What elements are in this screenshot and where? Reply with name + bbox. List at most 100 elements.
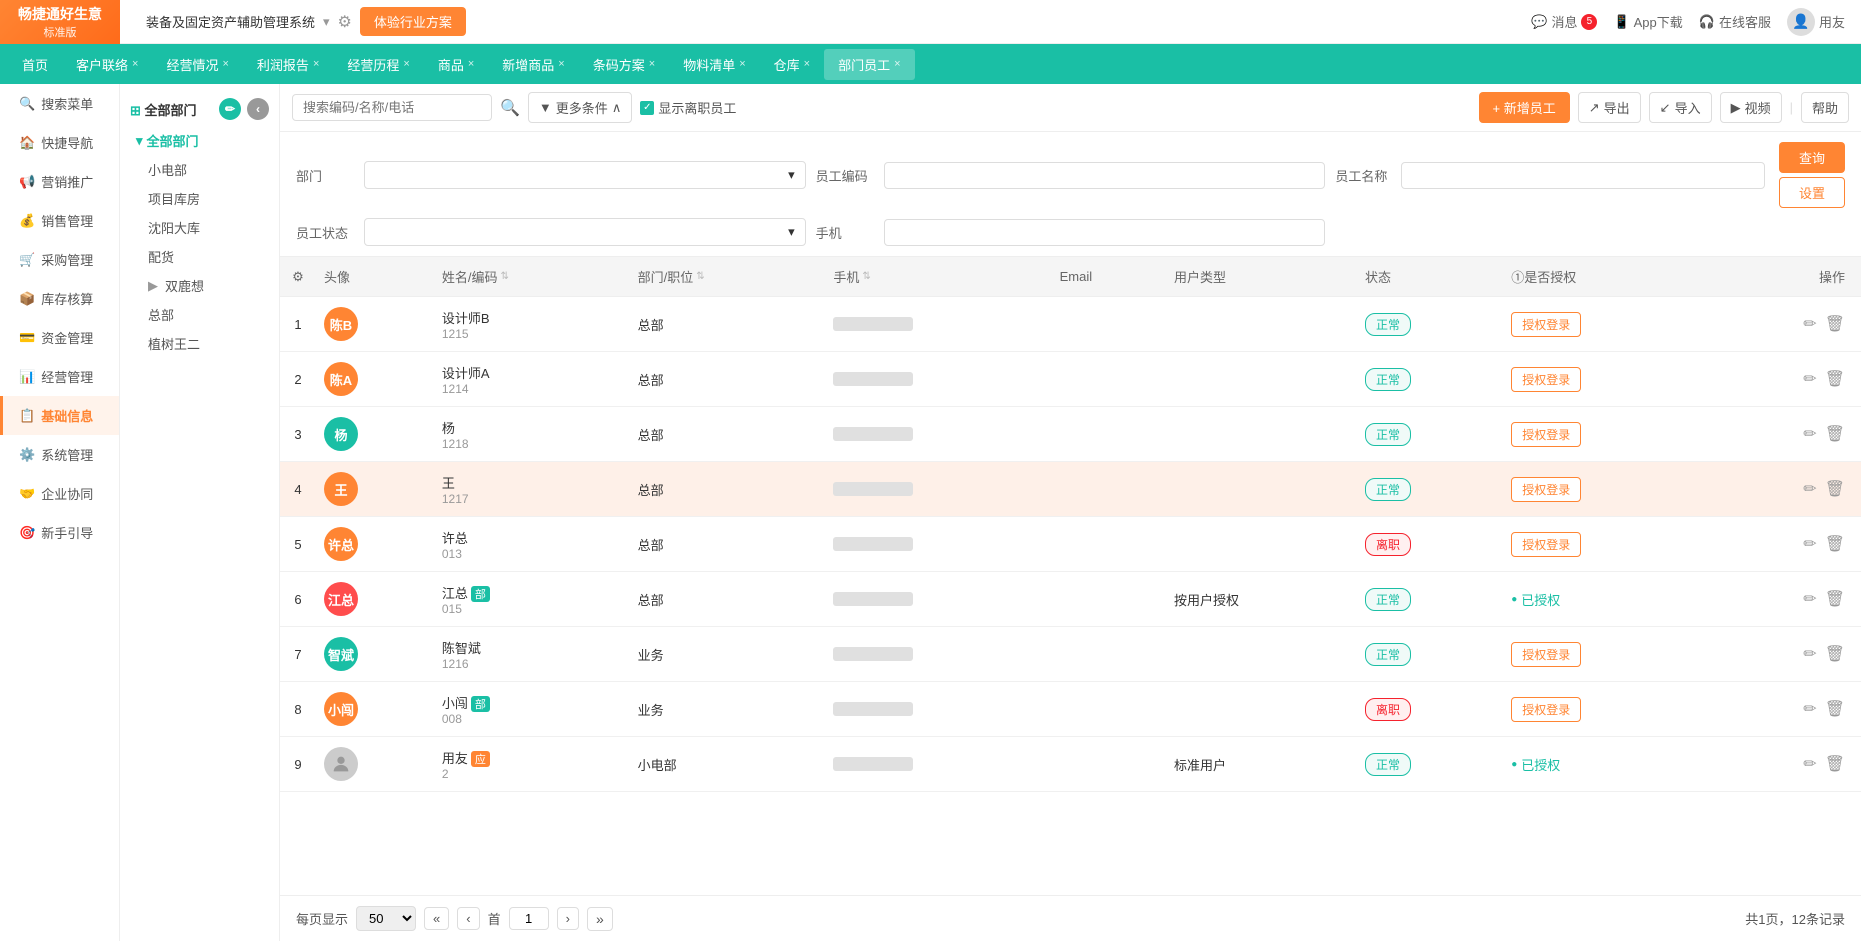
export-button[interactable]: ↗ 导出	[1578, 92, 1641, 123]
row-auth[interactable]: 授权登录	[1503, 627, 1706, 682]
online-service-btn[interactable]: 🎧 在线客服	[1699, 12, 1771, 31]
add-employee-button[interactable]: + 新增员工	[1479, 92, 1570, 123]
delete-icon[interactable]: 🗑	[1825, 369, 1845, 389]
row-auth[interactable]: 授权登录	[1503, 517, 1706, 572]
set-button[interactable]: 设置	[1779, 177, 1845, 208]
tab-customer[interactable]: 客户联络 ×	[62, 49, 152, 80]
per-page-select[interactable]: 50 20 100	[356, 906, 416, 931]
sidebar-item-system[interactable]: ⚙️ 系统管理	[0, 435, 119, 474]
phone-input[interactable]	[884, 219, 1326, 246]
sidebar-item-purchase[interactable]: 🛒 采购管理	[0, 240, 119, 279]
edit-icon[interactable]: ✏	[1803, 644, 1816, 664]
sidebar-item-quick-nav[interactable]: 🏠 快捷导航	[0, 123, 119, 162]
show-resigned-toggle[interactable]: ✓ 显示离职员工	[640, 98, 736, 117]
dept-item-kuhouse[interactable]: 项目库房	[120, 184, 279, 213]
dept-item-zhishu[interactable]: 植树王二	[120, 329, 279, 358]
tab-close-barcode[interactable]: ×	[649, 58, 655, 70]
tab-close-goods[interactable]: ×	[468, 58, 474, 70]
sidebar-item-guide[interactable]: 🎯 新手引导	[0, 513, 119, 552]
row-auth[interactable]: 授权登录	[1503, 297, 1706, 352]
tab-close-add-goods[interactable]: ×	[558, 58, 564, 70]
dept-item-all[interactable]: ▾ 全部部门	[120, 126, 279, 155]
message-icon-btn[interactable]: 💬 消息 5	[1531, 12, 1597, 31]
emp-code-input[interactable]	[884, 162, 1326, 189]
prev-page-btn[interactable]: ‹	[457, 907, 479, 930]
auth-login-btn[interactable]: 授权登录	[1511, 642, 1581, 667]
auth-login-btn[interactable]: 授权登录	[1511, 697, 1581, 722]
delete-icon[interactable]: 🗑	[1825, 644, 1845, 664]
search-input[interactable]	[292, 94, 492, 121]
search-submit-icon[interactable]: 🔍	[500, 98, 520, 118]
auth-login-btn[interactable]: 授权登录	[1511, 422, 1581, 447]
row-auth[interactable]: 授权登录	[1503, 352, 1706, 407]
page-number-input[interactable]	[509, 907, 549, 930]
edit-icon[interactable]: ✏	[1803, 589, 1816, 609]
th-dept[interactable]: 部门/职位 ⇅	[630, 257, 826, 297]
emp-name-input[interactable]	[1401, 162, 1765, 189]
edit-icon[interactable]: ✏	[1803, 534, 1816, 554]
dept-add-btn[interactable]: ✏	[219, 98, 241, 120]
next-page-btn[interactable]: ›	[557, 907, 579, 930]
show-resigned-checkbox[interactable]: ✓	[640, 101, 654, 115]
dept-item-shuanglu[interactable]: ▶ 双鹿想	[120, 271, 279, 300]
row-auth[interactable]: 授权登录	[1503, 682, 1706, 737]
tab-close-customer[interactable]: ×	[132, 58, 138, 70]
delete-icon[interactable]: 🗑	[1825, 534, 1845, 554]
dept-collapse-btn[interactable]: ‹	[247, 98, 269, 120]
edit-icon[interactable]: ✏	[1803, 699, 1816, 719]
dept-item-xiaobu[interactable]: 小电部	[120, 155, 279, 184]
auth-login-btn[interactable]: 授权登录	[1511, 367, 1581, 392]
edit-icon[interactable]: ✏	[1803, 369, 1816, 389]
tab-close-warehouse[interactable]: ×	[804, 58, 810, 70]
tab-dept-staff[interactable]: 部门员工 ×	[824, 49, 914, 80]
edit-icon[interactable]: ✏	[1803, 479, 1816, 499]
tab-goods[interactable]: 商品 ×	[424, 49, 488, 80]
tab-bom[interactable]: 物料清单 ×	[669, 49, 759, 80]
dept-item-peihuo[interactable]: 配货	[120, 242, 279, 271]
row-auth[interactable]: 授权登录	[1503, 462, 1706, 517]
sidebar-item-sales[interactable]: 💰 销售管理	[0, 201, 119, 240]
delete-icon[interactable]: 🗑	[1825, 754, 1845, 774]
sidebar-item-finance[interactable]: 💳 资金管理	[0, 318, 119, 357]
sidebar-item-collab[interactable]: 🤝 企业协同	[0, 474, 119, 513]
tab-close-history[interactable]: ×	[403, 58, 409, 70]
tab-add-goods[interactable]: 新增商品 ×	[488, 49, 578, 80]
delete-icon[interactable]: 🗑	[1825, 479, 1845, 499]
tab-profit[interactable]: 利润报告 ×	[243, 49, 333, 80]
more-filters-btn[interactable]: ▼ 更多条件 ∧	[528, 92, 632, 123]
tab-close-profit[interactable]: ×	[313, 58, 319, 70]
tab-home[interactable]: 首页	[8, 49, 62, 80]
delete-icon[interactable]: 🗑	[1825, 424, 1845, 444]
dept-filter-select[interactable]: ▾	[364, 161, 806, 189]
tab-close-dept-staff[interactable]: ×	[894, 58, 900, 70]
help-button[interactable]: 帮助	[1801, 92, 1849, 123]
auth-login-btn[interactable]: 授权登录	[1511, 312, 1581, 337]
tab-operation[interactable]: 经营情况 ×	[152, 49, 242, 80]
last-page-btn[interactable]: »	[587, 907, 613, 931]
sidebar-item-inventory[interactable]: 📦 库存核算	[0, 279, 119, 318]
sidebar-item-basic-info[interactable]: 📋 基础信息	[0, 396, 119, 435]
th-phone[interactable]: 手机 ⇅	[825, 257, 1051, 297]
tab-barcode[interactable]: 条码方案 ×	[579, 49, 669, 80]
query-button[interactable]: 查询	[1779, 142, 1845, 173]
trial-button[interactable]: 体验行业方案	[360, 7, 466, 36]
edit-icon[interactable]: ✏	[1803, 424, 1816, 444]
gear-icon[interactable]: ⚙	[338, 12, 352, 32]
delete-icon[interactable]: 🗑	[1825, 589, 1845, 609]
auth-login-btn[interactable]: 授权登录	[1511, 477, 1581, 502]
tab-warehouse[interactable]: 仓库 ×	[760, 49, 824, 80]
tab-history[interactable]: 经营历程 ×	[333, 49, 423, 80]
sidebar-search[interactable]: 🔍 搜索菜单	[0, 84, 119, 123]
sidebar-item-business[interactable]: 📊 经营管理	[0, 357, 119, 396]
edit-icon[interactable]: ✏	[1803, 314, 1816, 334]
tab-close-bom[interactable]: ×	[739, 58, 745, 70]
edit-icon[interactable]: ✏	[1803, 754, 1816, 774]
dept-item-zongbu[interactable]: 总部	[120, 300, 279, 329]
delete-icon[interactable]: 🗑	[1825, 699, 1845, 719]
tab-close-operation[interactable]: ×	[222, 58, 228, 70]
emp-status-select[interactable]: ▾	[364, 218, 806, 246]
user-avatar[interactable]: 👤 用友	[1787, 8, 1845, 36]
view-button[interactable]: ▶ 视频	[1720, 92, 1782, 123]
delete-icon[interactable]: 🗑	[1825, 314, 1845, 334]
first-page-btn[interactable]: «	[424, 907, 449, 930]
